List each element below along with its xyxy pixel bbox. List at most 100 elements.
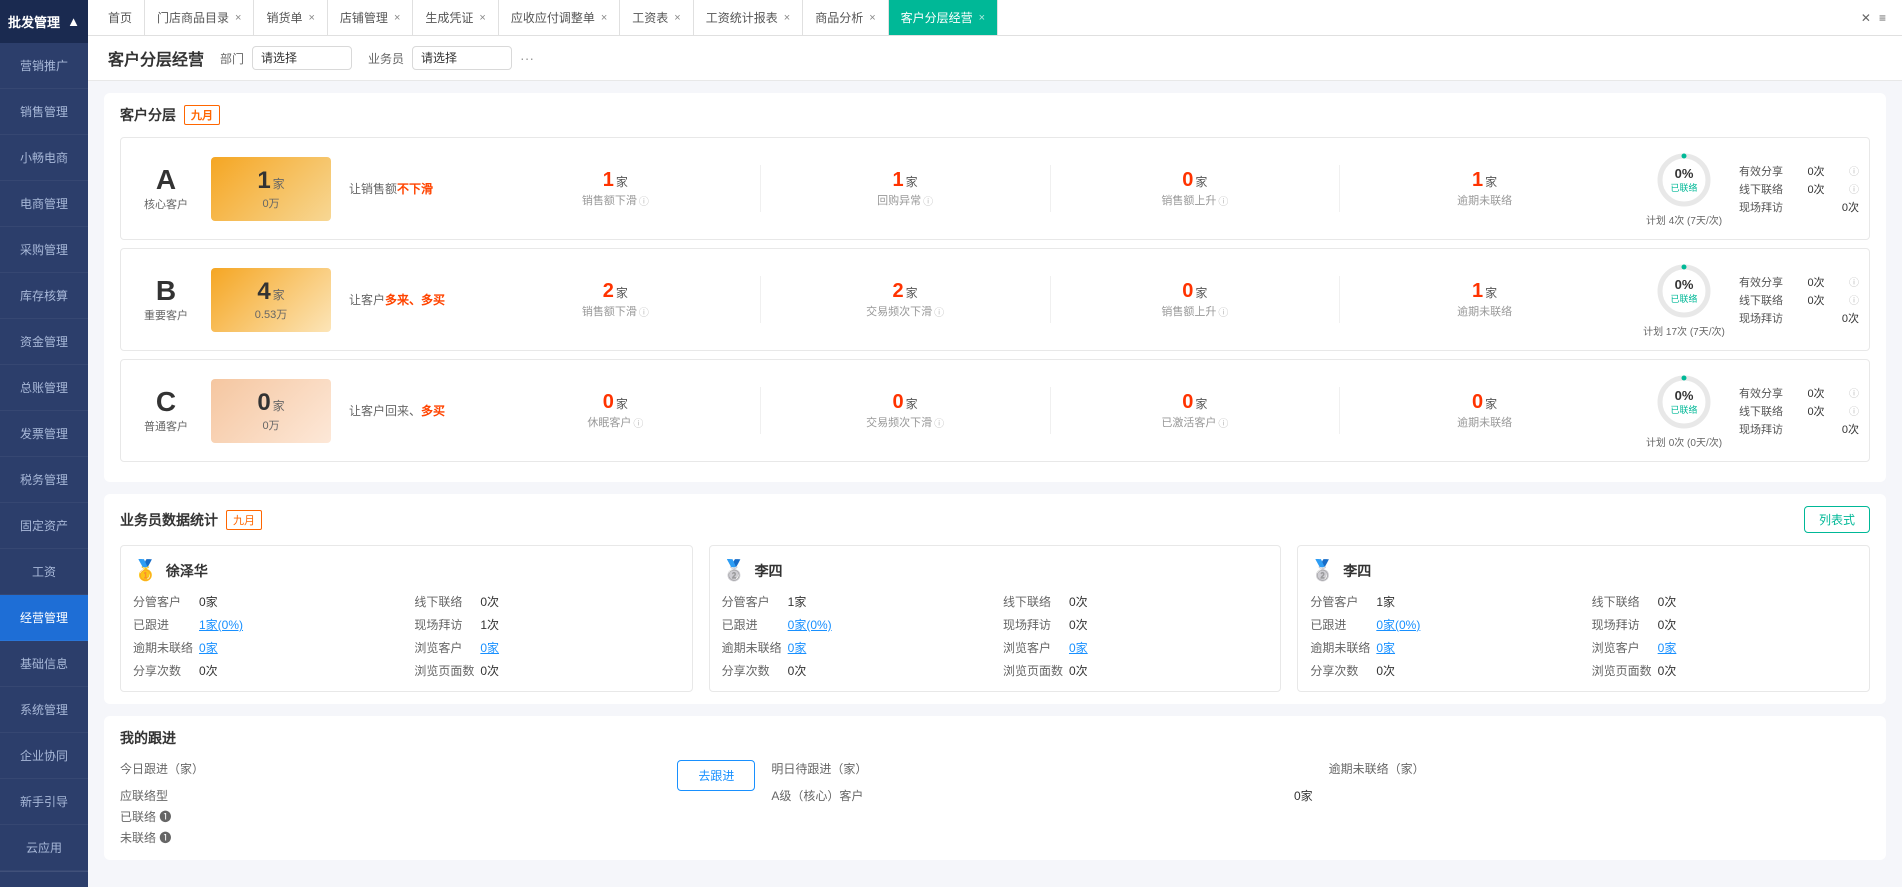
today-title: 今日跟进（家）	[120, 760, 661, 777]
biz-field-2-0: 分管客户 1家	[1310, 593, 1575, 610]
circle-pct-C: 0%	[1670, 388, 1697, 403]
sidebar-item-云应用[interactable]: 云应用	[0, 825, 88, 871]
tier-count-C: 0	[257, 389, 270, 417]
tab-close-门店商品目录[interactable]: ×	[235, 12, 241, 24]
info-icon[interactable]: ⓘ	[1218, 304, 1228, 319]
info-icon[interactable]: ⓘ	[1849, 274, 1859, 290]
sidebar-item-工资[interactable]: 工资	[0, 549, 88, 595]
tab-客户分层经营[interactable]: 客户分层经营×	[889, 0, 998, 36]
tab-close-店铺管理[interactable]: ×	[394, 12, 400, 24]
tab-menu-icon[interactable]: ≡	[1879, 11, 1886, 25]
metric-交易频次下滑: 2 家 交易频次下滑 ⓘ	[761, 276, 1051, 323]
sidebar-item-电商管理[interactable]: 电商管理	[0, 181, 88, 227]
tab-close-应收应付调整单[interactable]: ×	[601, 12, 607, 24]
tab-首页[interactable]: 首页	[96, 0, 145, 36]
info-icon[interactable]: ⓘ	[1218, 415, 1228, 430]
tab-close-工资表[interactable]: ×	[674, 12, 680, 24]
info-icon[interactable]: ⓘ	[934, 415, 944, 430]
info-icon[interactable]: ⓘ	[639, 193, 649, 208]
tab-close-工资统计报表[interactable]: ×	[784, 12, 790, 24]
tomorrow-followup: 明日待跟进（家） A级（核心）客户 0家	[771, 760, 1312, 806]
dept-select[interactable]: 请选择	[252, 46, 352, 70]
sidebar-header[interactable]: 批发管理 ▲	[0, 0, 88, 43]
info-icon[interactable]: ⓘ	[1849, 163, 1859, 179]
tab-工资统计报表[interactable]: 工资统计报表×	[694, 0, 803, 36]
biz-avatar-0: 🥇	[133, 558, 158, 583]
right-stat-线下联络: 线下联络 0次 ⓘ	[1739, 292, 1859, 308]
sidebar-item-发票管理[interactable]: 发票管理	[0, 411, 88, 457]
biz-field-2-1: 线下联络 0次	[1592, 593, 1857, 610]
biz-val-2-5[interactable]: 0家	[1658, 639, 1677, 656]
biz-val-2-7: 0次	[1658, 662, 1677, 679]
info-icon[interactable]: ⓘ	[639, 304, 649, 319]
sidebar-item-基础信息[interactable]: 基础信息	[0, 641, 88, 687]
biz-val-1-4[interactable]: 0家	[788, 639, 807, 656]
tier-count-B: 4	[257, 278, 270, 306]
biz-card-header-0: 🥇 徐泽华	[133, 558, 680, 583]
sidebar-item-库存核算[interactable]: 库存核算	[0, 273, 88, 319]
tier-metrics-A: 1 家 销售额下滑 ⓘ 1 家 回购异常 ⓘ 0 家 销售额上升	[471, 165, 1629, 212]
circle-plan-C: 计划 0次 (0天/次)	[1646, 434, 1722, 449]
tier-amount-A: 0万	[262, 195, 279, 211]
biz-val-1-2[interactable]: 0家(0%)	[788, 616, 832, 633]
sidebar-item-小畅电商[interactable]: 小畅电商	[0, 135, 88, 181]
biz-val-2-3: 0次	[1658, 616, 1677, 633]
tier-name-A: 核心客户	[144, 196, 188, 212]
biz-grid-2: 分管客户 1家 线下联络 0次 已跟进 0家(0%) 现场拜访 0次 逾期未联络…	[1310, 593, 1857, 679]
circle-A: 0% 已联络 计划 4次 (7天/次)	[1639, 150, 1729, 227]
sidebar-item-企业协同[interactable]: 企业协同	[0, 733, 88, 779]
biz-val-0-1: 0次	[480, 593, 499, 610]
info-icon[interactable]: ⓘ	[1849, 181, 1859, 197]
tier-advice-C: 让客户回来、多买	[341, 398, 461, 423]
info-icon[interactable]: ⓘ	[1849, 385, 1859, 401]
tab-close-销货单[interactable]: ×	[308, 12, 314, 24]
sidebar-item-税务管理[interactable]: 税务管理	[0, 457, 88, 503]
tab-销货单[interactable]: 销货单×	[254, 0, 327, 36]
tab-应收应付调整单[interactable]: 应收应付调整单×	[499, 0, 620, 36]
tier-label-A: A核心客户	[131, 166, 201, 212]
info-icon[interactable]: ⓘ	[934, 304, 944, 319]
tab-close-生成凭证[interactable]: ×	[479, 12, 485, 24]
metric-销售额上升: 0 家 销售额上升 ⓘ	[1051, 276, 1341, 323]
biz-val-2-4[interactable]: 0家	[1376, 639, 1395, 656]
tab-工资表[interactable]: 工资表×	[620, 0, 693, 36]
biz-avatar-2: 🥈	[1310, 558, 1335, 583]
list-btn[interactable]: 列表式	[1804, 506, 1870, 533]
info-icon[interactable]: ⓘ	[633, 415, 643, 430]
sidebar-item-经营管理[interactable]: 经营管理	[0, 595, 88, 641]
info-icon[interactable]: ⓘ	[1849, 403, 1859, 419]
go-followup-btn[interactable]: 去跟进	[677, 760, 755, 791]
biz-val-0-5[interactable]: 0家	[480, 639, 499, 656]
metric-回购异常: 1 家 回购异常 ⓘ	[761, 165, 1051, 212]
sidebar-gear[interactable]: ⚙	[0, 871, 88, 887]
sidebar-item-系统管理[interactable]: 系统管理	[0, 687, 88, 733]
biz-val-2-2[interactable]: 0家(0%)	[1376, 616, 1420, 633]
biz-val-0-2[interactable]: 1家(0%)	[199, 616, 243, 633]
more-btn[interactable]: ···	[520, 50, 534, 66]
info-icon[interactable]: ⓘ	[1218, 193, 1228, 208]
sidebar-item-营销推广[interactable]: 营销推广	[0, 43, 88, 89]
sidebar-item-新手引导[interactable]: 新手引导	[0, 779, 88, 825]
biz-val-1-5[interactable]: 0家	[1069, 639, 1088, 656]
info-icon[interactable]: ⓘ	[923, 193, 933, 208]
sidebar-item-资金管理[interactable]: 资金管理	[0, 319, 88, 365]
biz-val-0-4[interactable]: 0家	[199, 639, 218, 656]
tab-生成凭证[interactable]: 生成凭证×	[413, 0, 498, 36]
tab-close-客户分层经营[interactable]: ×	[979, 12, 985, 24]
sidebar-item-固定资产[interactable]: 固定资产	[0, 503, 88, 549]
tier-count-A: 1	[257, 167, 270, 195]
tab-close-商品分析[interactable]: ×	[869, 12, 875, 24]
biz-val-1-6: 0次	[788, 662, 807, 679]
tab-商品分析[interactable]: 商品分析×	[803, 0, 888, 36]
tab-门店商品目录[interactable]: 门店商品目录×	[145, 0, 254, 36]
tier-metrics-C: 0 家 休眠客户 ⓘ 0 家 交易频次下滑 ⓘ 0 家 已激活客户	[471, 387, 1629, 434]
tab-close-all-icon[interactable]: ✕	[1861, 11, 1871, 25]
info-icon[interactable]: ⓘ	[1849, 292, 1859, 308]
biz-val-0-6: 0次	[199, 662, 218, 679]
tab-店铺管理[interactable]: 店铺管理×	[328, 0, 413, 36]
sidebar-item-销售管理[interactable]: 销售管理	[0, 89, 88, 135]
sidebar-item-采购管理[interactable]: 采购管理	[0, 227, 88, 273]
sidebar-item-总账管理[interactable]: 总账管理	[0, 365, 88, 411]
staff-select[interactable]: 请选择	[412, 46, 512, 70]
metric-逾期未联络: 1 家 逾期未联络	[1340, 165, 1629, 212]
